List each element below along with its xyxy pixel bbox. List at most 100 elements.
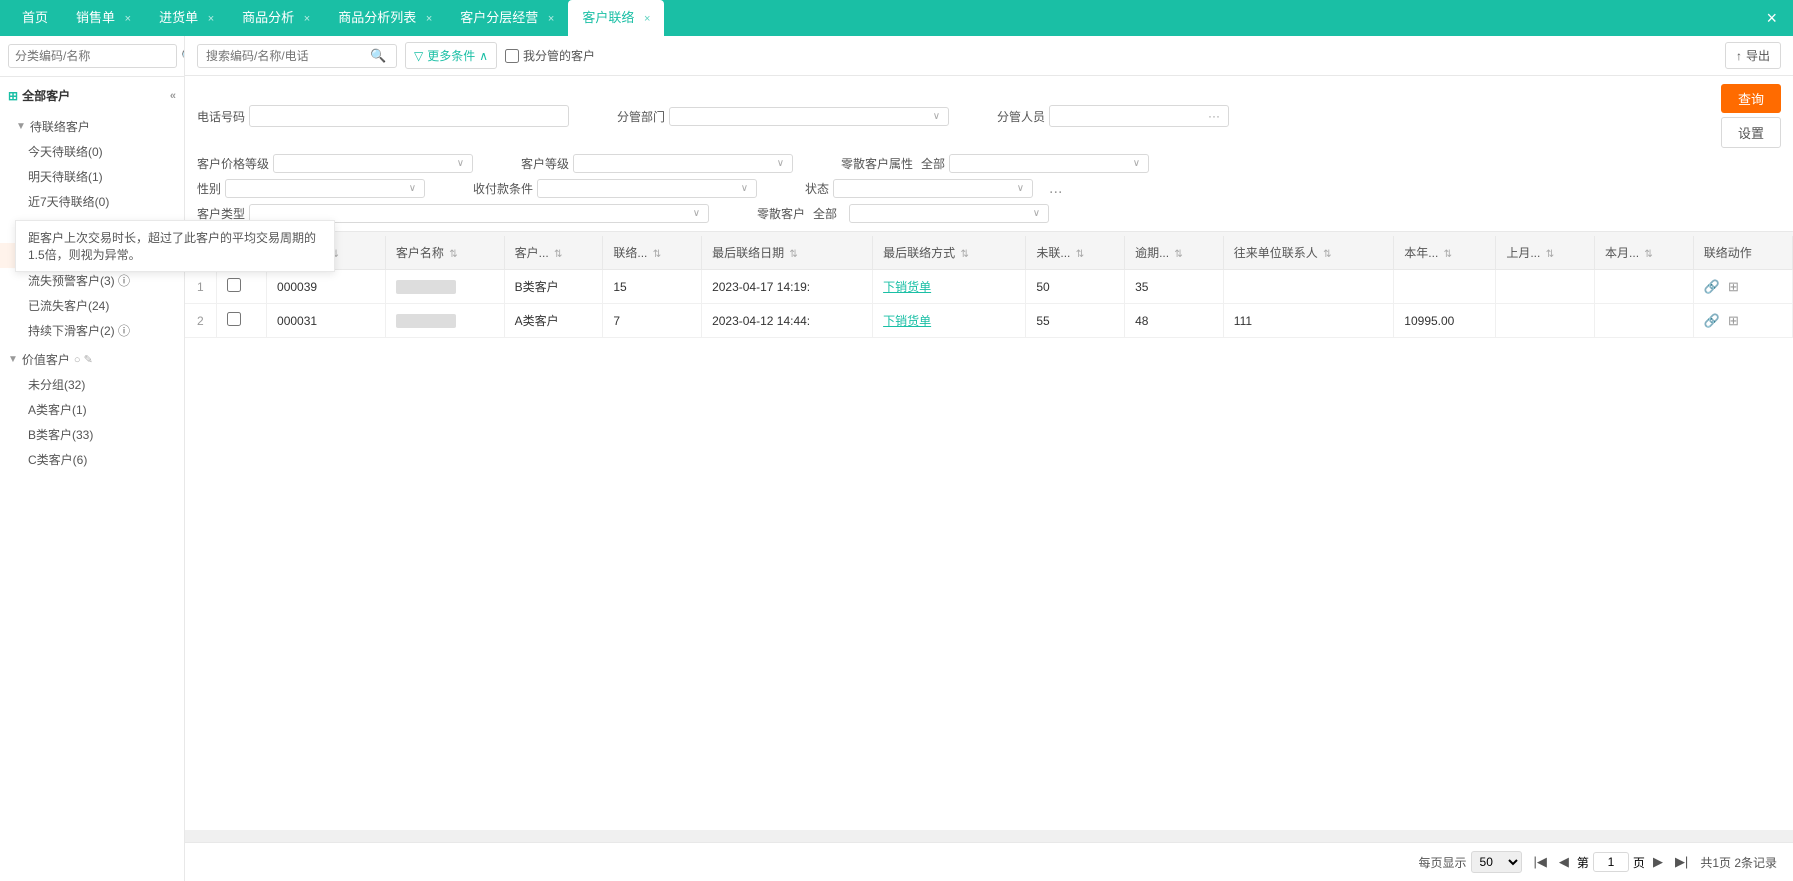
sidebar-item-class-a[interactable]: A类客户(1)	[0, 397, 184, 422]
filter-payment: 收付款条件 ∨	[473, 179, 757, 198]
status-select[interactable]: ∨	[833, 179, 1033, 198]
sidebar-item-class-b[interactable]: B类客户(33)	[0, 422, 184, 447]
th-level[interactable]: 客户... ⇅	[504, 236, 603, 270]
search-input[interactable]	[206, 49, 366, 63]
filter-gender: 性别 ∨	[197, 179, 425, 198]
gender-select[interactable]: ∨	[225, 179, 425, 198]
settings-button[interactable]: 设置	[1721, 117, 1781, 148]
query-button[interactable]: 查询	[1721, 84, 1781, 113]
nav-close-customer-tier[interactable]: ×	[548, 13, 554, 25]
dept-arrow-icon: ∨	[933, 111, 940, 122]
th-last-contact-date[interactable]: 最后联络日期 ⇅	[702, 236, 873, 270]
sidebar-search-input[interactable]	[8, 44, 177, 68]
contact-detail-icon[interactable]: ⊞	[1728, 279, 1739, 295]
sidebar-all-customers[interactable]: ⊞ 全部客户 «	[0, 81, 184, 110]
sidebar-item-today[interactable]: 今天待联络(0)	[0, 139, 184, 164]
tooltip-text: 距客户上次交易时长，超过了此客户的平均交易周期的1.5倍，则视为异常。	[28, 231, 184, 262]
person-select[interactable]: ···	[1049, 105, 1229, 127]
pending-arrow-icon: ▼	[16, 121, 26, 132]
nav-close-sales[interactable]: ×	[125, 13, 131, 25]
horizontal-scrollbar[interactable]	[185, 830, 1793, 842]
export-button[interactable]: ↑ 导出	[1725, 42, 1781, 69]
window-close-button[interactable]: ×	[1758, 8, 1785, 29]
price-level-select[interactable]: ∨	[273, 154, 473, 173]
sidebar-collapse-icon[interactable]: «	[170, 90, 176, 102]
sort-year-icon: ⇅	[1444, 249, 1452, 260]
pending-contact-label: 待联络客户	[30, 118, 90, 135]
row-this-year	[1394, 270, 1496, 304]
nav-item-product-analysis-list[interactable]: 商品分析列表 ×	[324, 0, 446, 36]
row-checkbox-cell[interactable]	[216, 270, 266, 304]
dept-select[interactable]: ∨	[669, 107, 949, 126]
nav-close-product-analysis[interactable]: ×	[304, 13, 310, 25]
value-customer-header[interactable]: ▼ 价值客户 ○ ✎	[0, 347, 184, 372]
th-this-year[interactable]: 本年... ⇅	[1394, 236, 1496, 270]
sidebar-item-declining[interactable]: 持续下滑客户(2) ⓘ	[0, 318, 184, 343]
my-customers-checkbox-area[interactable]: 我分管的客户	[505, 47, 595, 64]
customer-level-label: 客户等级	[521, 155, 569, 172]
nav-item-customer-tier[interactable]: 客户分层经营 ×	[446, 0, 568, 36]
sidebar-item-ungroup[interactable]: 未分组(32)	[0, 372, 184, 397]
pagination-bar: 每页显示 50 100 |◀ ◀ 第 页 ▶ ▶| 共1页 2条记录	[185, 842, 1793, 881]
th-last-month[interactable]: 上月... ⇅	[1496, 236, 1595, 270]
th-not-contacted[interactable]: 未联... ⇅	[1026, 236, 1125, 270]
th-this-month[interactable]: 本月... ⇅	[1595, 236, 1694, 270]
more-dots-icon[interactable]: ...	[1049, 180, 1062, 198]
sort-this-month-icon: ⇅	[1644, 249, 1652, 260]
row-last-contact-method[interactable]: 下销货单	[873, 270, 1026, 304]
retail-attr-select[interactable]: ∨	[949, 154, 1149, 173]
nav-close-purchase[interactable]: ×	[208, 13, 214, 25]
nav-item-product-analysis[interactable]: 商品分析 ×	[228, 0, 324, 36]
per-page-select[interactable]: 50 100	[1471, 851, 1522, 873]
page-input[interactable]	[1593, 852, 1629, 872]
page-navigation: |◀ ◀ 第 页 ▶ ▶|	[1530, 852, 1693, 872]
prev-page-button[interactable]: ◀	[1555, 852, 1573, 872]
pending-contact-header[interactable]: ▼ 待联络客户	[0, 114, 184, 139]
nav-item-sales[interactable]: 销售单 ×	[62, 0, 145, 36]
customer-level-select[interactable]: ∨	[573, 154, 793, 173]
status-arrow-icon: ∨	[1017, 183, 1024, 194]
contact-detail-icon[interactable]: ⊞	[1728, 313, 1739, 329]
payment-select[interactable]: ∨	[537, 179, 757, 198]
toolbar-search-icon[interactable]: 🔍	[370, 48, 386, 64]
contact-method-link[interactable]: 下销货单	[883, 280, 931, 294]
sidebar-item-lost[interactable]: 已流失客户(24)	[0, 293, 184, 318]
first-page-button[interactable]: |◀	[1530, 852, 1551, 872]
last-page-button[interactable]: ▶|	[1671, 852, 1692, 872]
sidebar-item-7days[interactable]: 近7天待联络(0)	[0, 189, 184, 214]
all-customers-label: 全部客户	[22, 87, 70, 104]
person-dots-icon[interactable]: ···	[1208, 109, 1220, 123]
nav-close-customer-contact[interactable]: ×	[644, 13, 650, 25]
nav-item-customer-contact[interactable]: 客户联络 ×	[568, 0, 664, 36]
th-contact[interactable]: 联络... ⇅	[603, 236, 702, 270]
th-action: 联络动作	[1693, 236, 1792, 270]
th-unit-contacts[interactable]: 往来单位联系人 ⇅	[1223, 236, 1394, 270]
price-level-arrow-icon: ∨	[457, 158, 464, 169]
contact-link-icon[interactable]: 🔗	[1704, 279, 1720, 295]
th-overdue[interactable]: 逾期... ⇅	[1125, 236, 1224, 270]
nav-item-home[interactable]: 首页	[8, 0, 62, 36]
row-name	[385, 270, 504, 304]
dept-label: 分管部门	[617, 108, 665, 125]
edit-icon[interactable]: ○ ✎	[74, 353, 93, 366]
th-name[interactable]: 客户名称 ⇅	[385, 236, 504, 270]
phone-input[interactable]	[249, 105, 569, 127]
retail-select[interactable]: ∨	[849, 204, 1049, 223]
nav-item-purchase[interactable]: 进货单 ×	[145, 0, 228, 36]
sidebar-item-tomorrow[interactable]: 明天待联络(1)	[0, 164, 184, 189]
row-checkbox[interactable]	[227, 278, 241, 292]
my-customers-checkbox[interactable]	[505, 49, 519, 63]
sidebar-item-class-c[interactable]: C类客户(6)	[0, 447, 184, 472]
row-last-contact-method[interactable]: 下销货单	[873, 304, 1026, 338]
row-checkbox-cell[interactable]	[216, 304, 266, 338]
more-conditions-button[interactable]: ▽ 更多条件 ∧	[405, 42, 497, 69]
row-checkbox[interactable]	[227, 312, 241, 326]
th-last-contact-method[interactable]: 最后联络方式 ⇅	[873, 236, 1026, 270]
main-layout: 🔍 ⊞ 全部客户 « ▼ 待联络客户 今天待联络(0) 明天待联络(1) 近7天…	[0, 36, 1793, 881]
next-page-button[interactable]: ▶	[1649, 852, 1667, 872]
row-num: 2	[185, 304, 216, 338]
contact-method-link[interactable]: 下销货单	[883, 314, 931, 328]
contact-link-icon[interactable]: 🔗	[1704, 313, 1720, 329]
nav-close-product-analysis-list[interactable]: ×	[426, 13, 432, 25]
row-action: 🔗 ⊞	[1693, 304, 1792, 338]
